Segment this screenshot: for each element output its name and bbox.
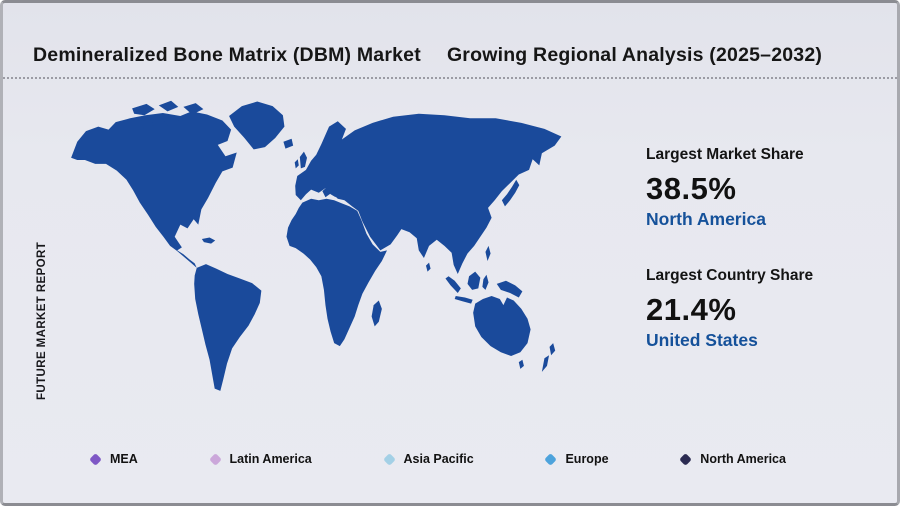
legend-item-asia-pacific: Asia Pacific <box>382 452 474 466</box>
map-madagascar <box>371 300 382 327</box>
brand-watermark: FUTURE MARKET REPORT <box>36 241 48 401</box>
legend-marker-icon <box>382 452 396 466</box>
map-australia <box>473 295 531 369</box>
legend-label: Latin America <box>229 452 312 466</box>
map-sri-lanka <box>425 262 431 272</box>
page-title: Demineralized Bone Matrix (DBM) Market G… <box>33 44 877 67</box>
dotted-separator <box>3 77 897 79</box>
legend-label: Europe <box>565 452 609 466</box>
stat-value: 21.4% <box>646 292 737 327</box>
world-map <box>67 97 567 397</box>
legend-item-mea: MEA <box>89 452 138 466</box>
legend-item-latin-america: Latin America <box>208 452 312 466</box>
stat-value: 38.5% <box>646 171 737 206</box>
map-iceland <box>283 138 294 149</box>
legend-marker-icon <box>89 452 102 466</box>
legend-marker-icon <box>544 452 558 466</box>
map-new-zealand <box>541 343 556 372</box>
stat-region: North America <box>646 209 766 229</box>
map-south-america <box>194 264 262 391</box>
map-uk-ireland <box>294 151 307 169</box>
stat-region: United States <box>646 330 758 350</box>
legend-marker-icon <box>208 452 222 466</box>
world-map-svg <box>71 100 562 391</box>
title-part-1: Demineralized Bone Matrix (DBM) Market <box>33 44 421 66</box>
stat-label: Largest Market Share <box>646 146 804 163</box>
infographic-frame: Demineralized Bone Matrix (DBM) Market G… <box>0 0 900 506</box>
legend-marker-icon <box>679 452 693 466</box>
legend-item-north-america: North America <box>679 452 786 466</box>
map-caribbean <box>201 237 216 244</box>
stat-label: Largest Country Share <box>646 267 814 284</box>
legend-item-europe: Europe <box>544 452 609 466</box>
map-greenland <box>229 101 285 150</box>
legend: MEA Latin America Asia Pacific Europe North … <box>89 449 786 469</box>
legend-label: MEA <box>110 452 138 466</box>
title-part-2: Growing Regional Analysis (2025–2032) <box>446 44 823 66</box>
map-north-america <box>71 111 237 268</box>
legend-label: North America <box>700 452 786 466</box>
legend-label: Asia Pacific <box>403 452 474 466</box>
stat-largest-market-share: Largest Market Share 38.5% North America <box>646 146 804 230</box>
stat-largest-country-share: Largest Country Share 21.4% United State… <box>646 267 813 351</box>
